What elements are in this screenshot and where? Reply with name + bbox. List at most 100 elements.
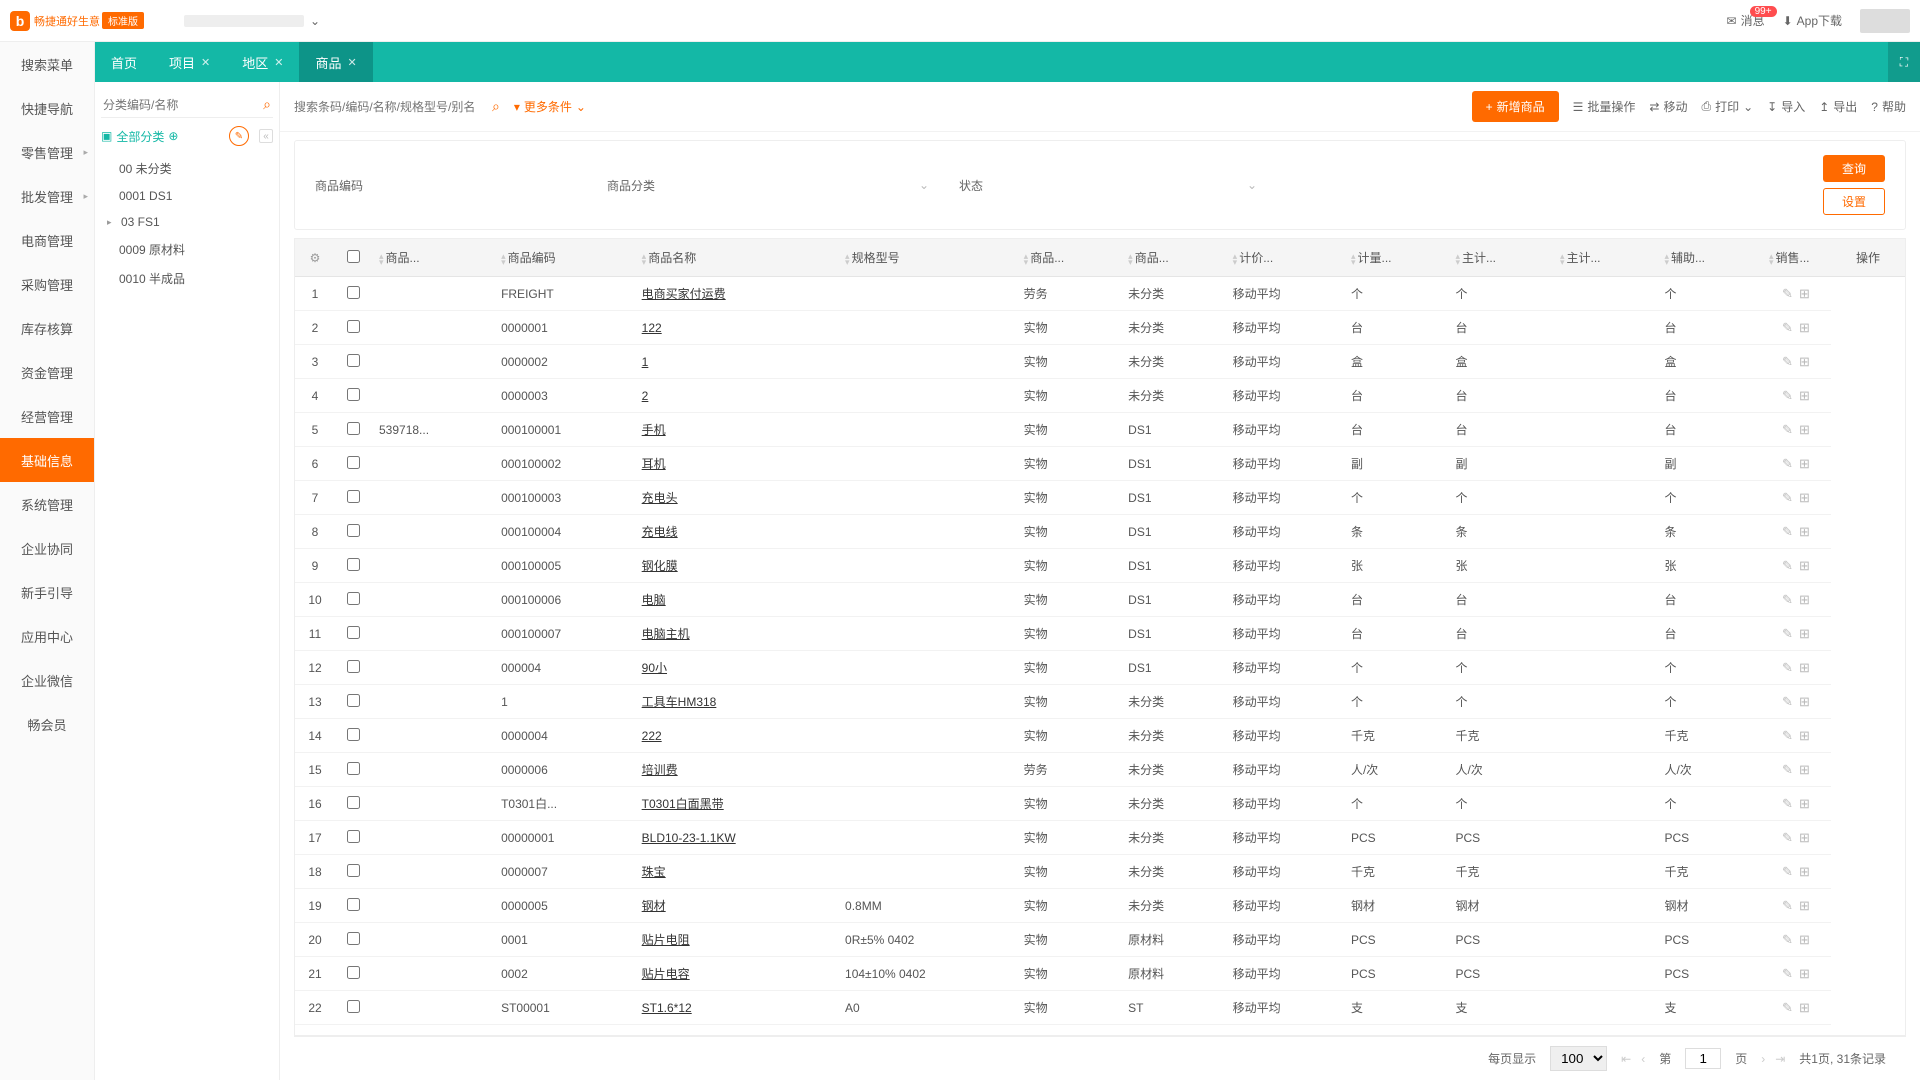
sidebar-item[interactable]: 库存核算 [0, 306, 94, 350]
user-avatar[interactable] [1860, 9, 1910, 33]
filter-status-select[interactable]: ⌄ [997, 178, 1257, 192]
filter-setting-button[interactable]: 设置 [1823, 188, 1885, 215]
first-page-button[interactable]: ⇤ [1621, 1052, 1631, 1066]
more-icon[interactable]: ⊞ [1799, 898, 1810, 913]
edit-icon[interactable]: ✎ [1782, 524, 1793, 539]
row-checkbox[interactable] [347, 728, 360, 741]
sidebar-item[interactable]: 企业协同 [0, 526, 94, 570]
edit-icon[interactable]: ✎ [1782, 286, 1793, 301]
row-checkbox[interactable] [347, 762, 360, 775]
move-button[interactable]: ⇄移动 [1649, 98, 1687, 115]
column-header[interactable]: ▴▾商品... [371, 239, 493, 277]
sidebar-item[interactable]: 畅会员 [0, 702, 94, 746]
tab[interactable]: 地区✕ [226, 42, 299, 82]
column-header[interactable]: ▴▾商品... [1120, 239, 1225, 277]
tree-node[interactable]: 00 未分类 [101, 154, 273, 183]
row-checkbox[interactable] [347, 796, 360, 809]
company-dropdown[interactable]: ⌄ [174, 10, 330, 32]
edit-icon[interactable]: ✎ [1782, 762, 1793, 777]
more-icon[interactable]: ⊞ [1799, 524, 1810, 539]
product-link[interactable]: 2 [642, 389, 649, 403]
sidebar-item[interactable]: 应用中心 [0, 614, 94, 658]
tree-search-input[interactable] [103, 98, 263, 112]
sidebar-quicknav[interactable]: 快捷导航 [0, 86, 94, 130]
sidebar-search[interactable]: 搜索菜单 [0, 42, 94, 86]
more-icon[interactable]: ⊞ [1799, 490, 1810, 505]
filter-code-input[interactable] [377, 178, 577, 193]
select-all-checkbox[interactable] [335, 239, 371, 277]
product-link[interactable]: 电脑主机 [642, 627, 690, 641]
more-icon[interactable]: ⊞ [1799, 592, 1810, 607]
sidebar-item[interactable]: 资金管理 [0, 350, 94, 394]
row-checkbox[interactable] [347, 694, 360, 707]
edit-icon[interactable]: ✎ [1782, 626, 1793, 641]
column-header[interactable]: ▴▾主计... [1552, 239, 1657, 277]
tree-edit-button[interactable]: ✎ [229, 126, 249, 146]
column-header[interactable]: ▴▾销售... [1761, 239, 1831, 277]
product-link[interactable]: T0301白面黑带 [642, 797, 724, 811]
row-checkbox[interactable] [347, 660, 360, 673]
edit-icon[interactable]: ✎ [1782, 1000, 1793, 1015]
more-icon[interactable]: ⊞ [1799, 626, 1810, 641]
tab[interactable]: 项目✕ [153, 42, 226, 82]
more-icon[interactable]: ⊞ [1799, 354, 1810, 369]
column-header[interactable]: ▴▾商品编码 [493, 239, 634, 277]
more-icon[interactable]: ⊞ [1799, 728, 1810, 743]
prev-page-button[interactable]: ‹ [1641, 1052, 1645, 1066]
product-link[interactable]: ST1.6*12 [642, 1001, 692, 1015]
edit-icon[interactable]: ✎ [1782, 966, 1793, 981]
tab[interactable]: 首页 [95, 42, 153, 82]
filter-category-select[interactable]: ⌄ [669, 178, 929, 192]
product-link[interactable]: 222 [642, 729, 662, 743]
edit-icon[interactable]: ✎ [1782, 830, 1793, 845]
product-link[interactable]: 122 [642, 321, 662, 335]
row-checkbox[interactable] [347, 966, 360, 979]
row-checkbox[interactable] [347, 558, 360, 571]
product-link[interactable]: 珠宝 [642, 865, 666, 879]
column-settings-button[interactable]: ⚙ [295, 239, 335, 277]
per-page-select[interactable]: 100 [1550, 1046, 1607, 1071]
row-checkbox[interactable] [347, 626, 360, 639]
tree-node[interactable]: 0009 原材料 [101, 235, 273, 264]
close-icon[interactable]: ✕ [348, 56, 357, 69]
row-checkbox[interactable] [347, 320, 360, 333]
edit-icon[interactable]: ✎ [1782, 660, 1793, 675]
print-button[interactable]: ⎙打印⌄ [1701, 98, 1753, 115]
product-link[interactable]: 耳机 [642, 457, 666, 471]
page-input[interactable] [1685, 1048, 1721, 1069]
row-checkbox[interactable] [347, 456, 360, 469]
add-product-button[interactable]: +新增商品 [1472, 91, 1559, 122]
row-checkbox[interactable] [347, 898, 360, 911]
help-button[interactable]: ?帮助 [1871, 98, 1906, 115]
more-icon[interactable]: ⊞ [1799, 286, 1810, 301]
product-link[interactable]: 充电线 [642, 525, 678, 539]
more-icon[interactable]: ⊞ [1799, 558, 1810, 573]
messages-button[interactable]: ✉ 消息 99+ [1727, 12, 1765, 29]
row-checkbox[interactable] [347, 830, 360, 843]
batch-action-button[interactable]: ☰批量操作 [1573, 98, 1636, 115]
sidebar-item[interactable]: 采购管理 [0, 262, 94, 306]
edit-icon[interactable]: ✎ [1782, 456, 1793, 471]
product-link[interactable]: 培训费 [642, 763, 678, 777]
more-icon[interactable]: ⊞ [1799, 1000, 1810, 1015]
row-checkbox[interactable] [347, 388, 360, 401]
row-checkbox[interactable] [347, 286, 360, 299]
more-icon[interactable]: ⊞ [1799, 694, 1810, 709]
import-button[interactable]: ↧导入 [1767, 98, 1805, 115]
more-icon[interactable]: ⊞ [1799, 422, 1810, 437]
column-header[interactable]: ▴▾主计... [1447, 239, 1552, 277]
row-checkbox[interactable] [347, 490, 360, 503]
sidebar-item[interactable]: 电商管理 [0, 218, 94, 262]
sidebar-item[interactable]: 系统管理 [0, 482, 94, 526]
row-checkbox[interactable] [347, 354, 360, 367]
more-icon[interactable]: ⊞ [1799, 320, 1810, 335]
tree-node[interactable]: 0010 半成品 [101, 264, 273, 293]
more-icon[interactable]: ⊞ [1799, 796, 1810, 811]
product-link[interactable]: 充电头 [642, 491, 678, 505]
row-checkbox[interactable] [347, 864, 360, 877]
edit-icon[interactable]: ✎ [1782, 320, 1793, 335]
edit-icon[interactable]: ✎ [1782, 694, 1793, 709]
product-link[interactable]: 1 [642, 355, 649, 369]
column-header[interactable]: ▴▾辅助... [1656, 239, 1761, 277]
last-page-button[interactable]: ⇥ [1775, 1052, 1785, 1066]
